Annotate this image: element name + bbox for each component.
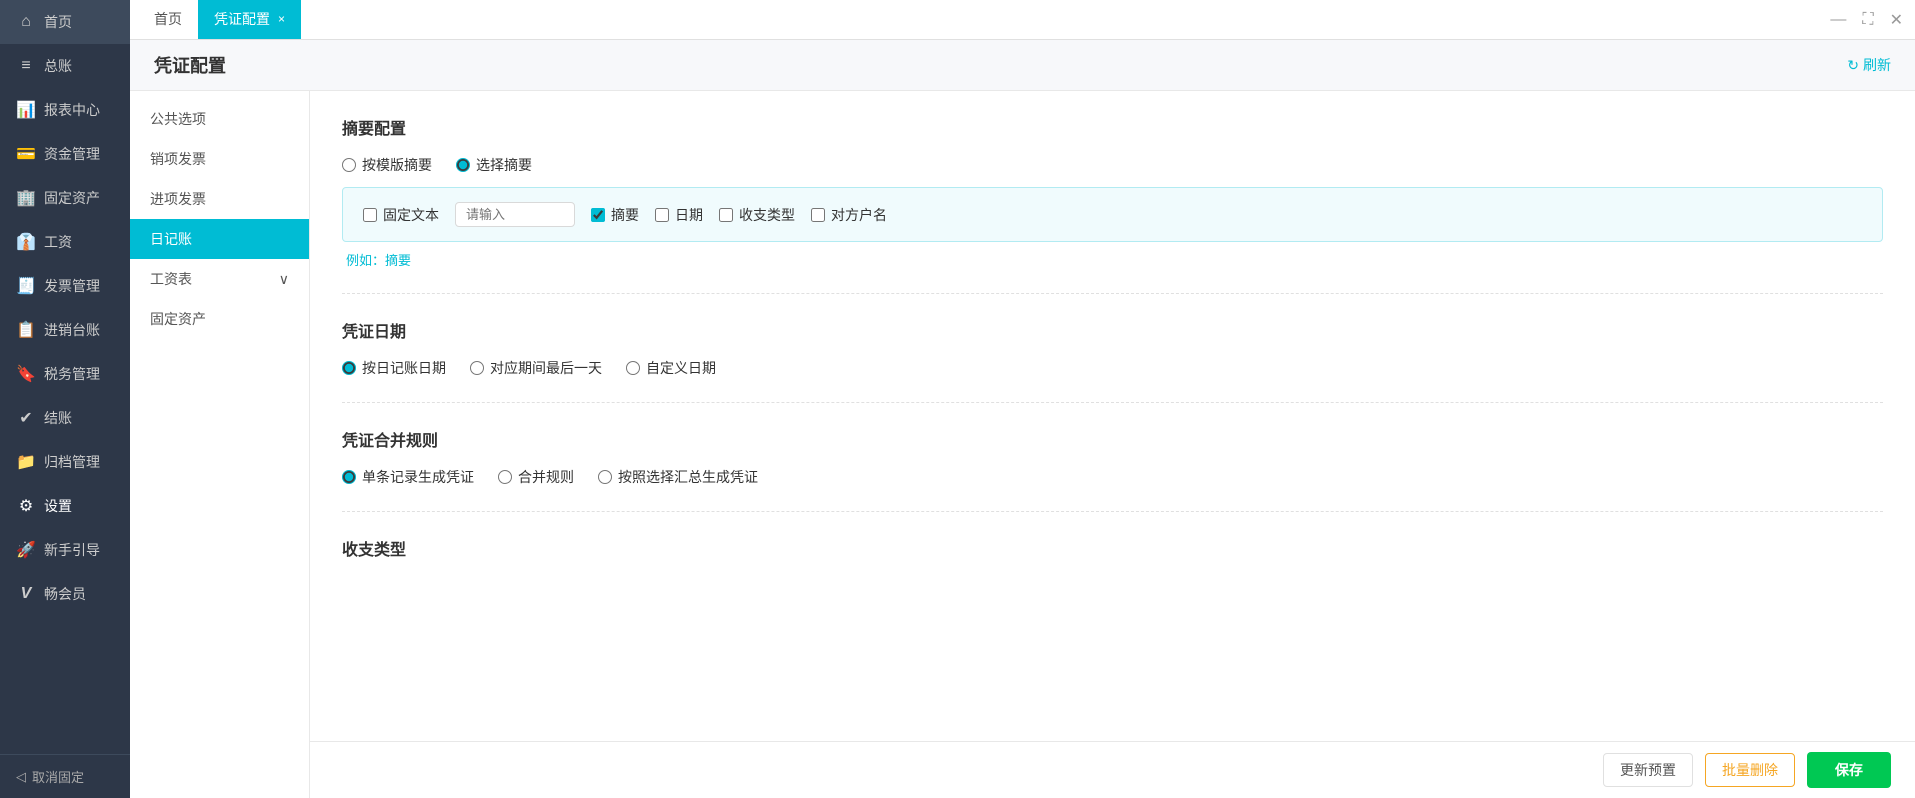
refresh-button[interactable]: ↻ 刷新 xyxy=(1847,55,1891,75)
content-wrapper: 公共选项 销项发票 进项发票 日记账 工资表 ∨ 固定资产 xyxy=(130,91,1915,798)
payment-type-title: 收支类型 xyxy=(342,536,1883,560)
checkbox-counterpart-input[interactable] xyxy=(811,208,825,222)
assets-icon: 🏢 xyxy=(16,188,36,208)
radio-custom-date[interactable]: 自定义日期 xyxy=(626,358,716,378)
sidebar-item-assets[interactable]: 🏢 固定资产 xyxy=(0,176,130,220)
left-nav-payroll-table[interactable]: 工资表 ∨ xyxy=(130,259,309,299)
fixed-text-input[interactable] xyxy=(455,202,575,227)
radio-by-date-input[interactable] xyxy=(342,361,356,375)
radio-select-abstract[interactable]: 选择摘要 xyxy=(456,155,532,175)
radio-single[interactable]: 单条记录生成凭证 xyxy=(342,467,474,487)
vip-icon: V xyxy=(16,585,36,603)
refresh-icon: ↻ xyxy=(1847,57,1859,74)
bottom-bar: 更新预置 批量删除 保存 xyxy=(310,741,1915,798)
left-nav-public[interactable]: 公共选项 xyxy=(130,99,309,139)
radio-last-day[interactable]: 对应期间最后一天 xyxy=(470,358,602,378)
abstract-example: 例如：摘要 xyxy=(346,250,1883,269)
sidebar-item-payroll[interactable]: 👔 工资 xyxy=(0,220,130,264)
batch-delete-button[interactable]: 批量删除 xyxy=(1705,753,1795,787)
close-accounts-icon: ✔ xyxy=(16,408,36,428)
radio-select-merge-input[interactable] xyxy=(598,470,612,484)
tab-close-icon[interactable]: × xyxy=(278,12,285,26)
left-nav-diary[interactable]: 日记账 xyxy=(130,219,309,259)
sidebar: ⌂ 首页 ≡ 总账 📊 报表中心 💳 资金管理 🏢 固定资产 👔 工资 🧾 发票… xyxy=(0,0,130,798)
sidebar-item-report[interactable]: 📊 报表中心 xyxy=(0,88,130,132)
left-nav-sales-invoice[interactable]: 销项发票 xyxy=(130,139,309,179)
abstract-title: 摘要配置 xyxy=(342,115,1883,139)
checkbox-counterpart[interactable]: 对方户名 xyxy=(811,205,887,225)
sidebar-item-funds[interactable]: 💳 资金管理 xyxy=(0,132,130,176)
sidebar-item-home[interactable]: ⌂ 首页 xyxy=(0,0,130,44)
chevron-down-icon: ∨ xyxy=(279,271,289,288)
settings-icon: ⚙ xyxy=(16,496,36,516)
sidebar-item-purchase-sales[interactable]: 📋 进销台账 xyxy=(0,308,130,352)
guide-icon: 🚀 xyxy=(16,540,36,560)
radio-by-date[interactable]: 按日记账日期 xyxy=(342,358,446,378)
radio-custom-date-input[interactable] xyxy=(626,361,640,375)
save-button[interactable]: 保存 xyxy=(1807,752,1891,788)
sidebar-item-vip[interactable]: V 畅会员 xyxy=(0,572,130,616)
sidebar-item-ledger[interactable]: ≡ 总账 xyxy=(0,44,130,88)
purchase-sales-icon: 📋 xyxy=(16,320,36,340)
report-icon: 📊 xyxy=(16,100,36,120)
radio-select-merge[interactable]: 按照选择汇总生成凭证 xyxy=(598,467,758,487)
tab-home[interactable]: 首页 xyxy=(138,0,198,39)
sidebar-item-archive[interactable]: 📁 归档管理 xyxy=(0,440,130,484)
voucher-date-radio-group: 按日记账日期 对应期间最后一天 自定义日期 xyxy=(342,358,1883,378)
section-voucher-date: 凭证日期 按日记账日期 对应期间最后一天 自定义日期 xyxy=(342,318,1883,403)
checkbox-abstract[interactable]: 摘要 xyxy=(591,205,639,225)
page-header: 凭证配置 ↻ 刷新 xyxy=(130,40,1915,91)
checkbox-payment-type[interactable]: 收支类型 xyxy=(719,205,795,225)
pin-icon: ◁ xyxy=(16,769,26,785)
sidebar-item-guide[interactable]: 🚀 新手引导 xyxy=(0,528,130,572)
merge-rules-title: 凭证合并规则 xyxy=(342,427,1883,451)
update-preview-button[interactable]: 更新预置 xyxy=(1603,753,1693,787)
close-window-button[interactable]: ✕ xyxy=(1886,6,1907,34)
left-nav-purchase-invoice[interactable]: 进项发票 xyxy=(130,179,309,219)
radio-template-input[interactable] xyxy=(342,158,356,172)
tab-bar: 首页 凭证配置 × — ⛶ ✕ xyxy=(130,0,1915,40)
ledger-icon: ≡ xyxy=(16,57,36,75)
radio-select-input[interactable] xyxy=(456,158,470,172)
sidebar-scroll: ⌂ 首页 ≡ 总账 📊 报表中心 💳 资金管理 🏢 固定资产 👔 工资 🧾 发票… xyxy=(0,0,130,754)
invoice-mgmt-icon: 🧾 xyxy=(16,276,36,296)
payroll-icon: 👔 xyxy=(16,232,36,252)
merge-rules-radio-group: 单条记录生成凭证 合并规则 按照选择汇总生成凭证 xyxy=(342,467,1883,487)
checkbox-fixed-text-input[interactable] xyxy=(363,208,377,222)
funds-icon: 💳 xyxy=(16,144,36,164)
checkbox-date-input[interactable] xyxy=(655,208,669,222)
radio-template-abstract[interactable]: 按模版摘要 xyxy=(342,155,432,175)
archive-icon: 📁 xyxy=(16,452,36,472)
tab-voucher-config[interactable]: 凭证配置 × xyxy=(198,0,301,39)
radio-merge-input[interactable] xyxy=(498,470,512,484)
section-abstract: 摘要配置 按模版摘要 选择摘要 xyxy=(342,115,1883,294)
minimize-button[interactable]: — xyxy=(1826,6,1850,34)
sidebar-item-tax[interactable]: 🔖 税务管理 xyxy=(0,352,130,396)
page-title: 凭证配置 xyxy=(154,52,226,78)
checkbox-fixed-text[interactable]: 固定文本 xyxy=(363,205,439,225)
main-area: 首页 凭证配置 × — ⛶ ✕ 凭证配置 ↻ 刷新 公共选项 销项发票 xyxy=(130,0,1915,798)
sidebar-item-close[interactable]: ✔ 结账 xyxy=(0,396,130,440)
checkbox-abstract-input[interactable] xyxy=(591,208,605,222)
sidebar-item-settings[interactable]: ⚙ 设置 xyxy=(0,484,130,528)
left-nav: 公共选项 销项发票 进项发票 日记账 工资表 ∨ 固定资产 xyxy=(130,91,310,798)
section-merge-rules: 凭证合并规则 单条记录生成凭证 合并规则 按照选择汇总生成凭证 xyxy=(342,427,1883,512)
abstract-checkbox-row: 固定文本 摘要 日期 收支类型 xyxy=(342,187,1883,242)
tax-icon: 🔖 xyxy=(16,364,36,384)
tab-bar-actions: — ⛶ ✕ xyxy=(1826,6,1907,34)
maximize-button[interactable]: ⛶ xyxy=(1858,6,1877,34)
radio-merge[interactable]: 合并规则 xyxy=(498,467,574,487)
left-nav-fixed-assets[interactable]: 固定资产 xyxy=(130,299,309,339)
radio-last-day-input[interactable] xyxy=(470,361,484,375)
abstract-radio-group: 按模版摘要 选择摘要 xyxy=(342,155,1883,175)
right-content: 摘要配置 按模版摘要 选择摘要 xyxy=(310,91,1915,741)
checkbox-date[interactable]: 日期 xyxy=(655,205,703,225)
home-icon: ⌂ xyxy=(16,13,36,31)
sidebar-item-invoice-mgmt[interactable]: 🧾 发票管理 xyxy=(0,264,130,308)
checkbox-payment-type-input[interactable] xyxy=(719,208,733,222)
radio-single-input[interactable] xyxy=(342,470,356,484)
section-payment-type: 收支类型 xyxy=(342,536,1883,600)
voucher-date-title: 凭证日期 xyxy=(342,318,1883,342)
cancel-fixed-button[interactable]: ◁ 取消固定 xyxy=(0,754,130,798)
